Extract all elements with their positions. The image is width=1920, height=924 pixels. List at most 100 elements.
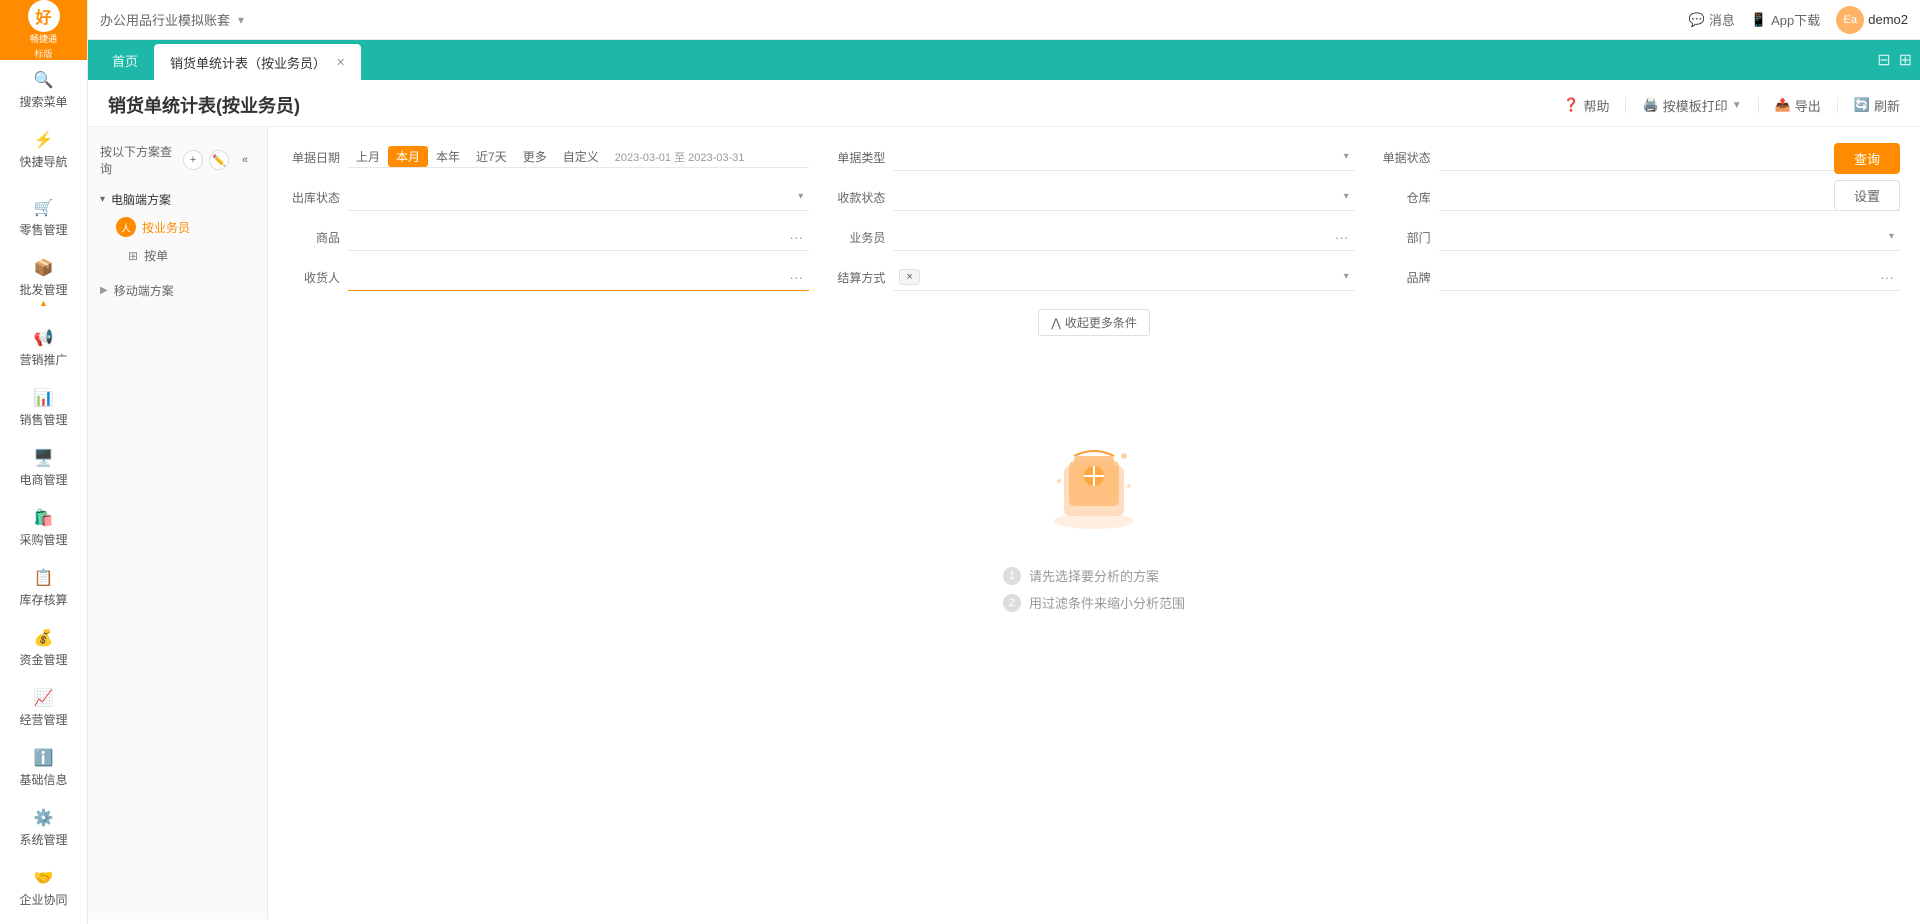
sidebar-item-marketing[interactable]: 📢 营销推广 xyxy=(0,318,88,378)
brand-input[interactable]: ··· xyxy=(1439,263,1900,291)
page-title: 销货单统计表(按业务员) xyxy=(108,92,300,118)
edit-scheme-button[interactable]: ✏️ xyxy=(209,150,229,170)
mobile-icon: 📱 xyxy=(1751,12,1767,28)
scheme-group-mobile-label: 移动端方案 xyxy=(114,282,174,299)
tab-maximize-button[interactable]: ⊞ xyxy=(1899,50,1912,70)
ecommerce-icon: 🖥️ xyxy=(34,448,54,468)
goods-input[interactable]: ··· xyxy=(348,223,809,251)
scheme-item-by-salesman[interactable]: 人 按业务员 xyxy=(88,212,267,242)
doc-type-label: 单据类型 xyxy=(833,149,885,166)
search-icon: 🔍 xyxy=(34,70,54,90)
print-dropdown-icon[interactable]: ▼ xyxy=(1732,100,1742,111)
left-panel: 按以下方案查询 + ✏️ « xyxy=(88,127,268,919)
refresh-button[interactable]: 🔄 刷新 xyxy=(1854,96,1900,115)
left-panel-actions: + ✏️ « xyxy=(183,150,255,170)
receiver-input[interactable]: ··· xyxy=(348,263,809,291)
message-button[interactable]: 💬 消息 xyxy=(1689,10,1735,29)
filter-cell-doc-status: 单据状态 ▾ xyxy=(1379,143,1900,171)
warehouse-label: 仓库 xyxy=(1379,189,1431,206)
user-profile-button[interactable]: Ea demo2 xyxy=(1836,6,1908,34)
sidebar-item-wholesale[interactable]: 📦 批发管理 ▲ xyxy=(0,248,88,318)
date-btn-7days[interactable]: 近7天 xyxy=(468,146,515,167)
action-divider2 xyxy=(1758,97,1759,113)
date-btn-more[interactable]: 更多 xyxy=(515,146,555,167)
top-nav-left: 办公用品行业模拟账套 ▾ xyxy=(100,10,244,29)
operation-icon: 📈 xyxy=(34,688,54,708)
doc-type-input[interactable]: ▾ xyxy=(893,143,1354,171)
date-btn-last-month[interactable]: 上月 xyxy=(348,146,388,167)
sidebar-item-finance[interactable]: 💰 资金管理 xyxy=(0,618,88,678)
date-btn-custom[interactable]: 自定义 xyxy=(555,146,607,167)
scheme-group-desktop[interactable]: ▾ 电脑端方案 xyxy=(88,187,267,212)
sidebar-item-purchase[interactable]: 🛍️ 采购管理 xyxy=(0,498,88,558)
sidebar-item-system[interactable]: ⚙️ 系统管理 xyxy=(0,798,88,858)
empty-icon xyxy=(1034,426,1154,546)
system-icon: ⚙️ xyxy=(34,808,54,828)
dept-input[interactable]: ▾ xyxy=(1439,223,1900,251)
top-nav-right: 💬 消息 📱 App下载 Ea demo2 xyxy=(1689,6,1908,34)
collapse-row: ⋀ 收起更多条件 xyxy=(288,299,1900,346)
sidebar-item-newbie[interactable]: 🎯 新手引导 xyxy=(0,918,88,924)
collapse-button[interactable]: ⋀ 收起更多条件 xyxy=(1038,309,1150,336)
date-btn-this-year[interactable]: 本年 xyxy=(428,146,468,167)
tip-text-2: 用过滤条件来缩小分析范围 xyxy=(1029,593,1185,612)
scheme-active-icon: 人 xyxy=(116,217,136,237)
dept-dropdown-icon: ▾ xyxy=(1889,231,1894,242)
top-navbar: 办公用品行业模拟账套 ▾ 💬 消息 📱 App下载 Ea demo2 xyxy=(88,0,1920,40)
app-logo[interactable]: 好 畅捷通 标版 xyxy=(0,0,88,60)
settlement-input[interactable]: × ▾ xyxy=(893,263,1354,291)
filters-container: 单据日期 上月 本月 本年 近7天 更多 自定义 xyxy=(288,143,1900,346)
receiver-dots-icon: ··· xyxy=(789,269,803,285)
tip-text-1: 请先选择要分析的方案 xyxy=(1029,566,1159,585)
sidebar-item-ecommerce[interactable]: 🖥️ 电商管理 xyxy=(0,438,88,498)
sidebar-item-quick[interactable]: ⚡ 快捷导航 xyxy=(0,120,88,180)
logo-icon: 好 xyxy=(28,0,60,32)
scheme-group-mobile[interactable]: ▶ 移动端方案 xyxy=(88,277,267,304)
pay-status-label: 收款状态 xyxy=(833,189,885,206)
query-button[interactable]: 查询 xyxy=(1834,143,1900,174)
message-label: 消息 xyxy=(1709,10,1735,29)
print-button[interactable]: 🖨️ 按模板打印 ▼ xyxy=(1642,96,1741,115)
action-divider3 xyxy=(1837,97,1838,113)
warehouse-input[interactable]: ··· xyxy=(1439,183,1900,211)
filter-row-3: 商品 ··· 业务员 ··· xyxy=(288,223,1900,251)
sidebar-item-operation[interactable]: 📈 经营管理 xyxy=(0,678,88,738)
app-download-label: App下载 xyxy=(1771,10,1820,29)
sidebar-item-sales[interactable]: 📊 销售管理 xyxy=(0,378,88,438)
filter-cell-date: 单据日期 上月 本月 本年 近7天 更多 自定义 xyxy=(288,143,809,171)
add-scheme-button[interactable]: + xyxy=(183,150,203,170)
finance-icon: 💰 xyxy=(34,628,54,648)
tab-home[interactable]: 首页 xyxy=(96,40,154,80)
help-button[interactable]: ❓ 帮助 xyxy=(1563,96,1609,115)
filter-row-2: 出库状态 ▾ 收款状态 ▾ xyxy=(288,183,1900,211)
settlement-tag-close[interactable]: × xyxy=(906,271,912,283)
sidebar-item-retail[interactable]: 🛒 零售管理 xyxy=(0,188,88,248)
edit-icon: ✏️ xyxy=(212,154,226,167)
logo-subtitle: 标版 xyxy=(34,47,52,60)
collapse-panel-button[interactable]: « xyxy=(235,150,255,170)
report-tab-label: 销货单统计表（按业务员） xyxy=(170,53,326,72)
date-btn-this-month[interactable]: 本月 xyxy=(388,146,428,167)
tab-close-button[interactable]: ✕ xyxy=(336,56,345,69)
sidebar-item-inventory[interactable]: 📋 库存核算 xyxy=(0,558,88,618)
app-download-button[interactable]: 📱 App下载 xyxy=(1751,10,1820,29)
scheme-item-by-order[interactable]: ⊞ 按单 xyxy=(88,242,267,269)
filter-cell-receiver: 收货人 ··· xyxy=(288,263,809,291)
export-button[interactable]: 📤 导出 xyxy=(1775,96,1821,115)
pay-status-input[interactable]: ▾ xyxy=(893,183,1354,211)
out-status-input[interactable]: ▾ xyxy=(348,183,809,211)
sidebar-item-search[interactable]: 🔍 搜索菜单 xyxy=(0,60,88,120)
sidebar-item-basic[interactable]: ℹ️ 基础信息 xyxy=(0,738,88,798)
add-icon: + xyxy=(190,154,196,166)
grid-icon: ⊞ xyxy=(128,249,138,263)
enterprise-icon: 🤝 xyxy=(34,868,54,888)
settings-button[interactable]: 设置 xyxy=(1834,180,1900,211)
salesman-input[interactable]: ··· xyxy=(893,223,1354,251)
wholesale-icon: 📦 xyxy=(34,258,54,278)
tab-minimize-button[interactable]: ⊟ xyxy=(1877,50,1890,70)
help-icon: ❓ xyxy=(1563,97,1579,113)
sidebar-item-enterprise[interactable]: 🤝 企业协同 xyxy=(0,858,88,918)
tab-report[interactable]: 销货单统计表（按业务员） ✕ xyxy=(154,44,361,80)
doc-status-input[interactable]: ▾ xyxy=(1439,143,1900,171)
filter-cell-salesman: 业务员 ··· xyxy=(833,223,1354,251)
